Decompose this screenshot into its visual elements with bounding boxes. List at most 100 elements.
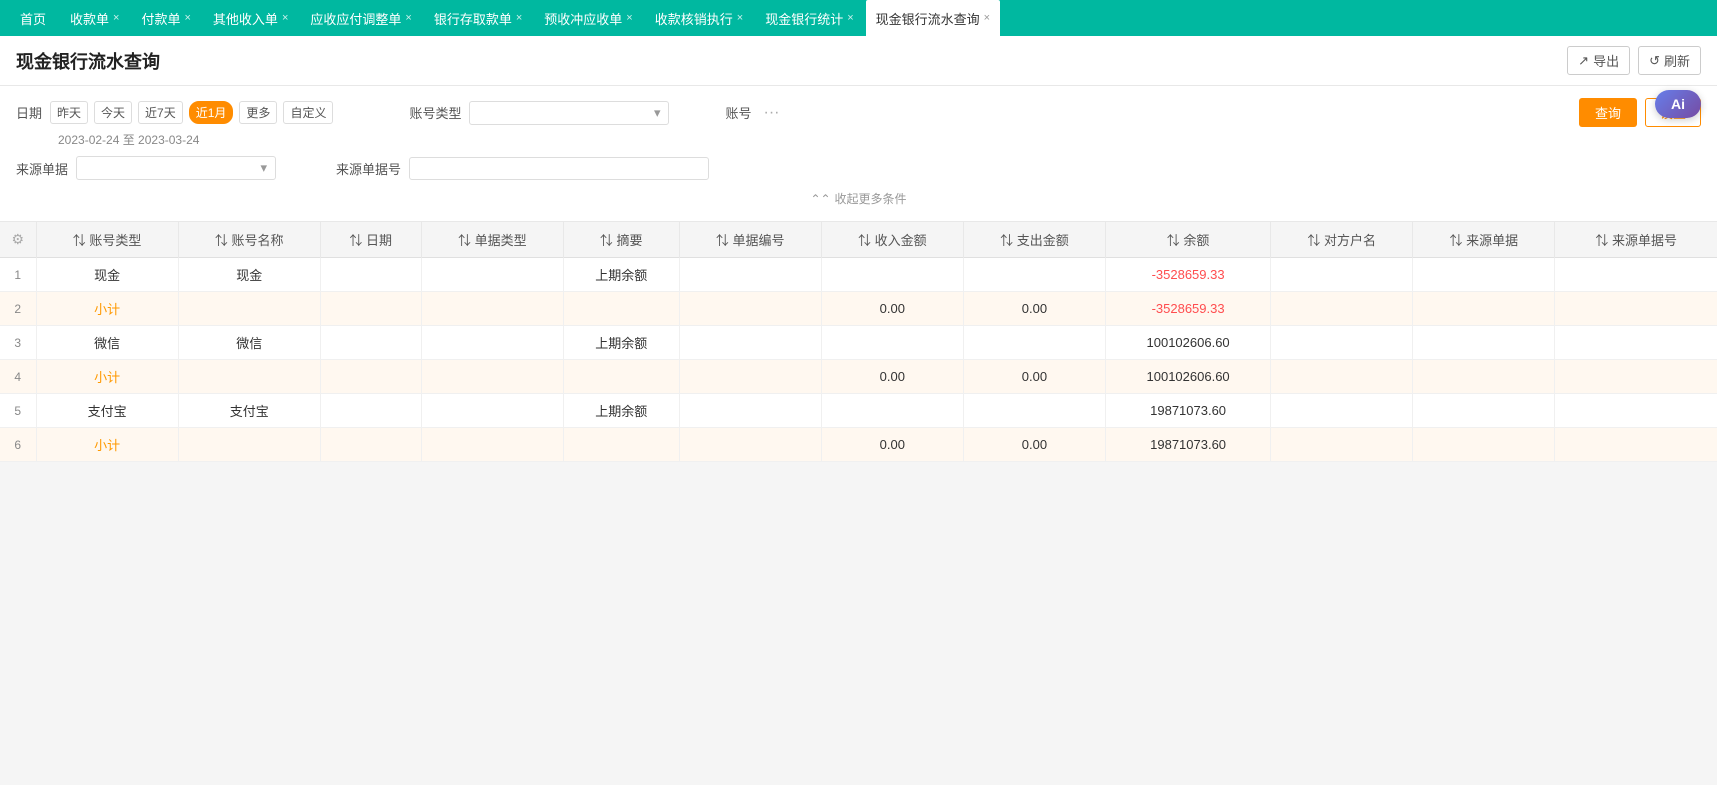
- th-source-doc[interactable]: ⇅ 来源单据: [1413, 222, 1555, 258]
- cell-doc-type: [421, 394, 563, 428]
- cell-source-doc-num: [1555, 428, 1717, 462]
- cell-counterparty: [1271, 394, 1413, 428]
- page-header: 现金银行流水查询 ↗ 导出 ↺ 刷新: [0, 36, 1717, 86]
- cell-income: [821, 258, 963, 292]
- cell-account-name: 支付宝: [178, 394, 320, 428]
- th-date[interactable]: ⇅ 日期: [320, 222, 421, 258]
- nav-close-xianjinLiuShui[interactable]: ×: [984, 12, 990, 24]
- filter-row-1: 日期 昨天 今天 近7天 近1月 更多 自定义 账号类型 ▾ 账号 ···: [16, 98, 1701, 127]
- cell-balance: 19871073.60: [1106, 394, 1271, 428]
- th-balance[interactable]: ⇅ 余额: [1106, 222, 1271, 258]
- nav-close-qiTaShouRuDan[interactable]: ×: [282, 12, 288, 24]
- th-doc-type[interactable]: ⇅ 单据类型: [421, 222, 563, 258]
- th-account-type[interactable]: ⇅ 账号类型: [36, 222, 178, 258]
- th-expense[interactable]: ⇅ 支出金额: [963, 222, 1105, 258]
- cell-summary: [563, 360, 679, 394]
- header-actions: ↗ 导出 ↺ 刷新: [1567, 46, 1701, 75]
- nav-tab-yingShouTiaoZheng[interactable]: 应收应付调整单 ×: [300, 0, 421, 36]
- cell-source-doc-num: [1555, 394, 1717, 428]
- date-btn-1month[interactable]: 近1月: [189, 101, 234, 124]
- cell-balance: 100102606.60: [1106, 360, 1271, 394]
- cell-source-doc: [1413, 360, 1555, 394]
- source-doc-label: 来源单据: [16, 159, 68, 178]
- cell-doc-type: [421, 258, 563, 292]
- cell-source-doc: [1413, 394, 1555, 428]
- cell-income: 0.00: [821, 360, 963, 394]
- th-counterparty[interactable]: ⇅ 对方户名: [1271, 222, 1413, 258]
- nav-close-yinHangCunQu[interactable]: ×: [516, 12, 522, 24]
- cell-balance: -3528659.33: [1106, 292, 1271, 326]
- ai-button[interactable]: Ai: [1655, 90, 1701, 118]
- source-doc-chevron-icon: ▾: [260, 160, 267, 176]
- data-table: ⚙ ⇅ 账号类型 ⇅ 账号名称 ⇅ 日期 ⇅ 单据类型: [0, 222, 1717, 462]
- account-type-label: 账号类型: [409, 103, 461, 122]
- gear-icon[interactable]: ⚙: [11, 231, 24, 247]
- cell-num: 1: [0, 258, 36, 292]
- th-income[interactable]: ⇅ 收入金额: [821, 222, 963, 258]
- nav-tab-xianjinTongJi[interactable]: 现金银行统计 ×: [755, 0, 863, 36]
- nav-tab-yinHangCunQu[interactable]: 银行存取款单 ×: [424, 0, 532, 36]
- cell-summary: 上期余额: [563, 326, 679, 360]
- nav-close-xianjinTongJi[interactable]: ×: [847, 12, 853, 24]
- th-source-doc-num[interactable]: ⇅ 来源单据号: [1555, 222, 1717, 258]
- cell-doc-num: [679, 292, 821, 326]
- nav-close-shouKuanDan[interactable]: ×: [113, 12, 119, 24]
- nav-close-yuShouChong[interactable]: ×: [626, 12, 632, 24]
- cell-balance: 19871073.60: [1106, 428, 1271, 462]
- table-body: 1 现金 现金 上期余额 -3528659.33 2 小计 0.00 0.00 …: [0, 258, 1717, 462]
- nav-tab-xianjinLiuShui[interactable]: 现金银行流水查询 ×: [866, 0, 1000, 36]
- th-doc-num[interactable]: ⇅ 单据编号: [679, 222, 821, 258]
- filter-area: 日期 昨天 今天 近7天 近1月 更多 自定义 账号类型 ▾ 账号 ···: [0, 86, 1717, 222]
- cell-income: [821, 326, 963, 360]
- nav-home[interactable]: 首页: [8, 9, 58, 28]
- export-button[interactable]: ↗ 导出: [1567, 46, 1630, 75]
- source-doc-num-input[interactable]: [409, 157, 709, 180]
- date-shortcuts: 昨天 今天 近7天 近1月 更多 自定义: [50, 101, 333, 124]
- date-label: 日期: [16, 103, 42, 122]
- cell-date: [320, 258, 421, 292]
- table-row: 1 现金 现金 上期余额 -3528659.33: [0, 258, 1717, 292]
- nav-tab-shouKuanDan[interactable]: 收款单 ×: [60, 0, 129, 36]
- cell-expense: [963, 326, 1105, 360]
- date-btn-7days[interactable]: 近7天: [138, 101, 183, 124]
- nav-close-yingShouTiaoZheng[interactable]: ×: [405, 12, 411, 24]
- date-btn-more[interactable]: 更多: [239, 101, 277, 124]
- cell-date: [320, 360, 421, 394]
- top-navigation: 首页 收款单 × 付款单 × 其他收入单 × 应收应付调整单 × 银行存取款单 …: [0, 0, 1717, 36]
- cell-expense: 0.00: [963, 428, 1105, 462]
- source-doc-select[interactable]: ▾: [76, 156, 276, 180]
- source-doc-num-filter: 来源单据号: [336, 157, 709, 180]
- source-doc-filter: 来源单据 ▾: [16, 156, 276, 180]
- refresh-button[interactable]: ↺ 刷新: [1638, 46, 1701, 75]
- nav-close-fuKuanDan[interactable]: ×: [184, 12, 190, 24]
- nav-close-shouKuanHeXiao[interactable]: ×: [737, 12, 743, 24]
- date-btn-today[interactable]: 今天: [94, 101, 132, 124]
- cell-counterparty: [1271, 360, 1413, 394]
- nav-tab-fuKuanDan[interactable]: 付款单 ×: [131, 0, 200, 36]
- th-account-name[interactable]: ⇅ 账号名称: [178, 222, 320, 258]
- refresh-icon: ↺: [1649, 53, 1660, 69]
- nav-tab-yuShouChong[interactable]: 预收冲应收单 ×: [534, 0, 642, 36]
- date-btn-custom[interactable]: 自定义: [283, 101, 333, 124]
- cell-counterparty: [1271, 326, 1413, 360]
- table-row: 5 支付宝 支付宝 上期余额 19871073.60: [0, 394, 1717, 428]
- collapse-bar[interactable]: ⌃⌃ 收起更多条件: [16, 188, 1701, 209]
- search-button[interactable]: 查询: [1579, 98, 1637, 127]
- nav-tab-qiTaShouRuDan[interactable]: 其他收入单 ×: [203, 0, 298, 36]
- cell-expense: 0.00: [963, 292, 1105, 326]
- more-icon[interactable]: ···: [763, 104, 779, 122]
- cell-income: 0.00: [821, 428, 963, 462]
- table-row: 6 小计 0.00 0.00 19871073.60: [0, 428, 1717, 462]
- nav-tab-shouKuanHeXiao[interactable]: 收款核销执行 ×: [645, 0, 753, 36]
- table-row: 4 小计 0.00 0.00 100102606.60: [0, 360, 1717, 394]
- cell-doc-type: [421, 326, 563, 360]
- th-summary[interactable]: ⇅ 摘要: [563, 222, 679, 258]
- cell-num: 5: [0, 394, 36, 428]
- cell-doc-num: [679, 360, 821, 394]
- date-btn-yesterday[interactable]: 昨天: [50, 101, 88, 124]
- page-title: 现金银行流水查询: [16, 48, 160, 74]
- cell-balance: -3528659.33: [1106, 258, 1271, 292]
- cell-account-name: 现金: [178, 258, 320, 292]
- account-type-select[interactable]: ▾: [469, 101, 669, 125]
- cell-doc-num: [679, 428, 821, 462]
